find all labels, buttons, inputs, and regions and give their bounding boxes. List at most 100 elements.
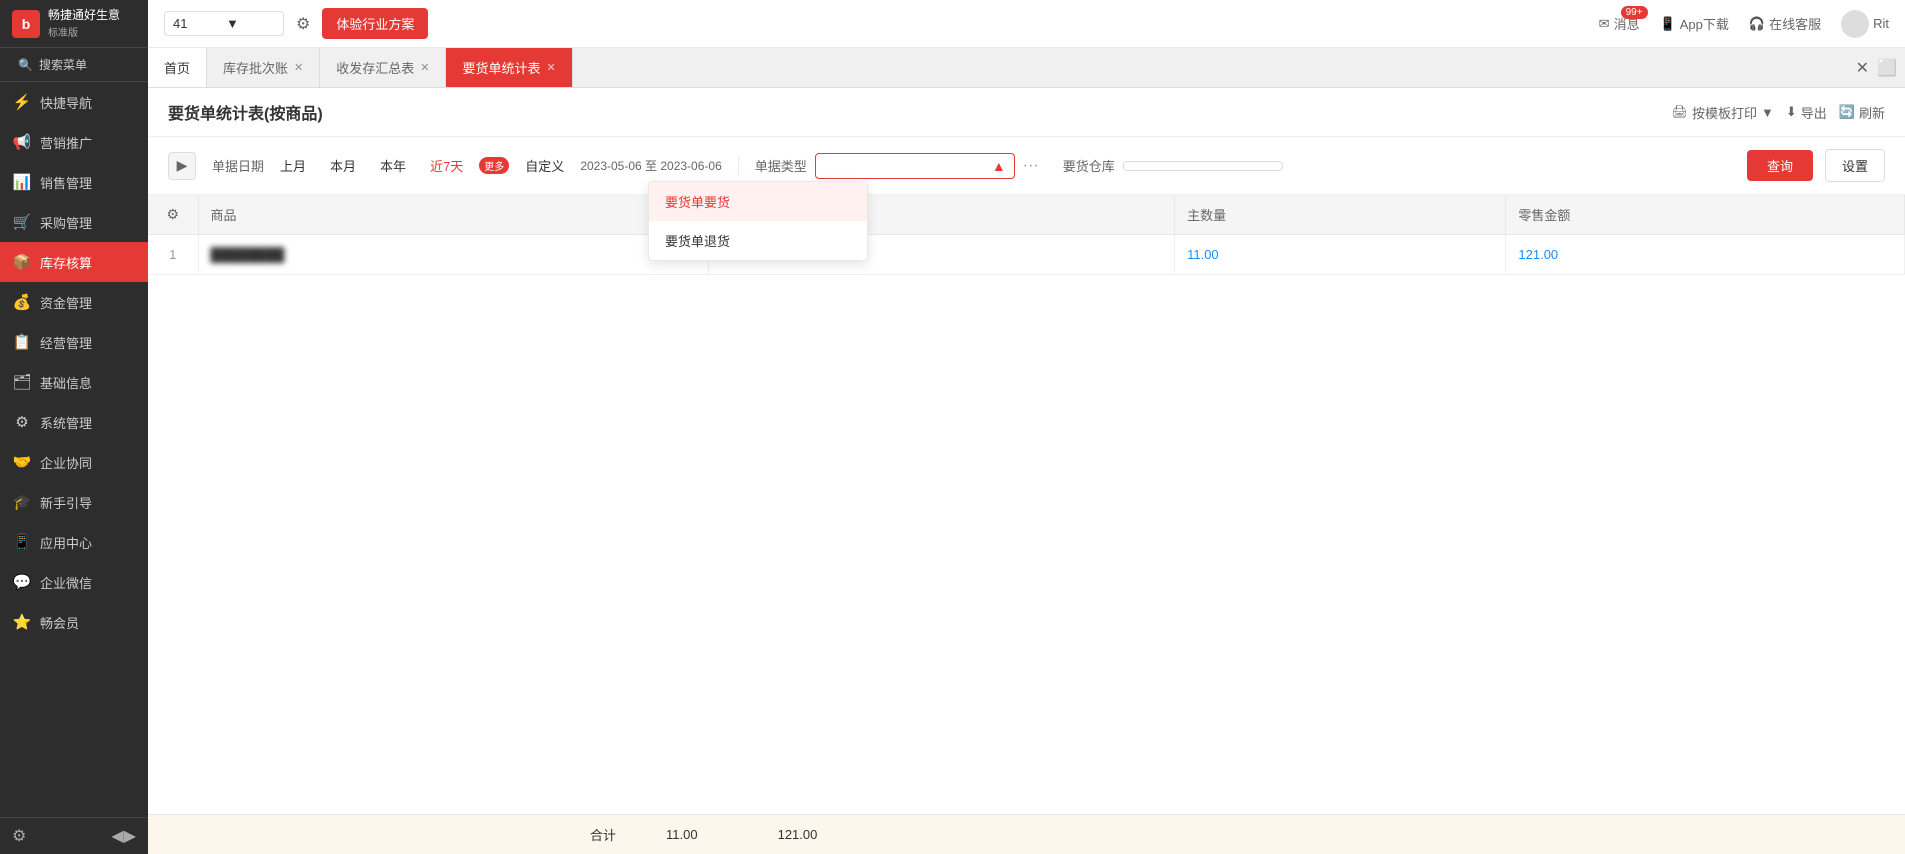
export-label: 导出 (1801, 103, 1827, 122)
purchase-icon: 🛒 (12, 212, 32, 232)
app-logo-icon: b (12, 10, 40, 38)
sidebar: b 畅捷通好生意 标准版 🔍 搜索菜单 ⚡ 快捷导航 📢 营销推广 📊 销售管理… (0, 0, 148, 854)
settings-icon[interactable]: ⚙ (12, 826, 26, 846)
sidebar-item-basic-info[interactable]: 🗂 基础信息 (0, 362, 148, 402)
sidebar-item-guide[interactable]: 🎓 新手引导 (0, 482, 148, 522)
date-filter-label: 单据日期 (212, 156, 264, 175)
sidebar-item-wechat[interactable]: 💬 企业微信 (0, 562, 148, 602)
tab-inventory-batch[interactable]: 库存批次账 ✕ (207, 48, 320, 87)
header-settings-icon[interactable]: ⚙ (296, 14, 310, 34)
app-name: 畅捷通好生意 (48, 8, 120, 24)
user-avatar[interactable]: Rit (1841, 10, 1889, 38)
footer-quantity: 11.00 (666, 827, 698, 842)
store-selector[interactable]: 41 ▼ (164, 11, 284, 36)
sidebar-label-app-center: 应用中心 (40, 533, 92, 552)
avatar-img (1841, 10, 1869, 38)
type-dropdown-arrow: ▲ (992, 158, 1006, 174)
page-title: 要货单统计表(按商品) (168, 100, 323, 124)
main-area: 41 ▼ ⚙ 体验行业方案 ✉ 消息 99+ 📱 App下载 🎧 在线客服 R (148, 0, 1905, 854)
tab-receive-summary[interactable]: 收发存汇总表 ✕ (320, 48, 446, 87)
warehouse-filter-label: 要货仓库 (1063, 156, 1115, 175)
col-product: 商品 (198, 195, 709, 235)
type-selector[interactable]: ▲ (815, 153, 1015, 179)
sidebar-item-member[interactable]: ⭐ 畅会员 (0, 602, 148, 642)
tab-demand-stat-close[interactable]: ✕ (547, 61, 556, 74)
col-settings-icon[interactable]: ⚙ (166, 206, 179, 222)
sidebar-item-finance[interactable]: 💰 资金管理 (0, 282, 148, 322)
avatar-name: Rit (1873, 16, 1889, 31)
tab-inventory-batch-close[interactable]: ✕ (294, 61, 303, 74)
data-table: ⚙ 商品 主计量单位 主数量 零售金额 1 ████████ 块 (148, 195, 1905, 275)
filter-bar: ▶ 单据日期 上月 本月 本年 近7天 更多 自定义 2023-05-06 至 … (148, 137, 1905, 195)
sidebar-label-marketing: 营销推广 (40, 133, 92, 152)
dropdown-item-purchase-order[interactable]: 要货单要货 (649, 182, 867, 221)
message-badge: 99+ (1621, 6, 1648, 19)
search-menu[interactable]: 🔍 搜索菜单 (0, 48, 148, 82)
sidebar-item-system[interactable]: ⚙ 系统管理 (0, 402, 148, 442)
sidebar-label-guide: 新手引导 (40, 493, 92, 512)
sidebar-item-enterprise[interactable]: 🤝 企业协同 (0, 442, 148, 482)
search-icon: 🔍 (18, 58, 33, 72)
filter-toggle[interactable]: ▶ (168, 152, 196, 180)
top-header: 41 ▼ ⚙ 体验行业方案 ✉ 消息 99+ 📱 App下载 🎧 在线客服 R (148, 0, 1905, 48)
online-service-btn[interactable]: 🎧 在线客服 (1749, 14, 1821, 33)
warehouse-selector[interactable] (1123, 161, 1283, 171)
type-dropdown: 要货单要货 要货单退货 (648, 181, 868, 261)
print-dropdown-icon: ▼ (1761, 105, 1774, 120)
tab-close-all[interactable]: ✕ (1856, 58, 1869, 78)
date-btn-7days[interactable]: 近7天 (422, 152, 471, 179)
more-date-badge[interactable]: 更多 (479, 157, 509, 174)
refresh-btn[interactable]: 🔄 刷新 (1839, 103, 1885, 122)
col-quantity: 主数量 (1175, 195, 1506, 235)
row-product-name: ████████ (211, 247, 285, 262)
footer-amount: 121.00 (778, 827, 818, 842)
date-btn-this-month[interactable]: 本月 (322, 152, 364, 179)
sidebar-item-sales[interactable]: 📊 销售管理 (0, 162, 148, 202)
app-download-label: App下载 (1680, 14, 1729, 33)
tab-receive-summary-close[interactable]: ✕ (420, 61, 429, 74)
app-version: 标准版 (48, 24, 120, 39)
sidebar-label-inventory: 库存核算 (40, 253, 92, 272)
guide-icon: 🎓 (12, 492, 32, 512)
tab-demand-stat[interactable]: 要货单统计表 ✕ (446, 48, 572, 87)
tab-home-label: 首页 (164, 58, 190, 77)
sidebar-label-wechat: 企业微信 (40, 573, 92, 592)
wechat-icon: 💬 (12, 572, 32, 592)
sidebar-item-purchase[interactable]: 🛒 采购管理 (0, 202, 148, 242)
page-header: 要货单统计表(按商品) 🖨 按模板打印 ▼ ⬇ 导出 🔄 刷新 (148, 88, 1905, 137)
set-btn[interactable]: 设置 (1825, 149, 1885, 182)
message-btn[interactable]: ✉ 消息 99+ (1599, 14, 1640, 33)
query-btn[interactable]: 查询 (1747, 150, 1813, 181)
member-icon: ⭐ (12, 612, 32, 632)
print-btn[interactable]: 🖨 按模板打印 ▼ (1671, 103, 1773, 122)
row-amount-link[interactable]: 121.00 (1518, 247, 1558, 262)
app-download-btn[interactable]: 📱 App下载 (1660, 14, 1729, 33)
col-settings[interactable]: ⚙ (148, 195, 198, 235)
export-btn[interactable]: ⬇ 导出 (1786, 103, 1827, 122)
sidebar-bottom: ⚙ ◀▶ (0, 817, 148, 854)
tab-home[interactable]: 首页 (148, 48, 207, 87)
sidebar-item-marketing[interactable]: 📢 营销推广 (0, 122, 148, 162)
collapse-icon[interactable]: ◀▶ (111, 826, 136, 846)
date-btn-custom[interactable]: 自定义 (517, 152, 572, 179)
row-quantity-link[interactable]: 11.00 (1187, 247, 1219, 262)
table-container: ⚙ 商品 主计量单位 主数量 零售金额 1 ████████ 块 (148, 195, 1905, 275)
date-btn-last-month[interactable]: 上月 (272, 152, 314, 179)
dropdown-item-purchase-return[interactable]: 要货单退货 (649, 221, 867, 260)
table-footer: 合计 11.00 121.00 (148, 814, 1905, 854)
sidebar-label-purchase: 采购管理 (40, 213, 92, 232)
sidebar-item-operations[interactable]: 📋 经营管理 (0, 322, 148, 362)
tab-expand[interactable]: ⬜ (1877, 58, 1897, 78)
sidebar-item-app-center[interactable]: 📱 应用中心 (0, 522, 148, 562)
sidebar-item-inventory[interactable]: 📦 库存核算 (0, 242, 148, 282)
refresh-label: 刷新 (1859, 103, 1885, 122)
sidebar-item-quick-nav[interactable]: ⚡ 快捷导航 (0, 82, 148, 122)
print-label: 按模板打印 (1692, 103, 1757, 122)
filter-more-icon[interactable]: ··· (1023, 157, 1039, 175)
trial-btn[interactable]: 体验行业方案 (322, 8, 428, 39)
sidebar-label-finance: 资金管理 (40, 293, 92, 312)
operations-icon: 📋 (12, 332, 32, 352)
col-amount: 零售金额 (1506, 195, 1905, 235)
search-label: 搜索菜单 (39, 56, 87, 73)
date-btn-this-year[interactable]: 本年 (372, 152, 414, 179)
